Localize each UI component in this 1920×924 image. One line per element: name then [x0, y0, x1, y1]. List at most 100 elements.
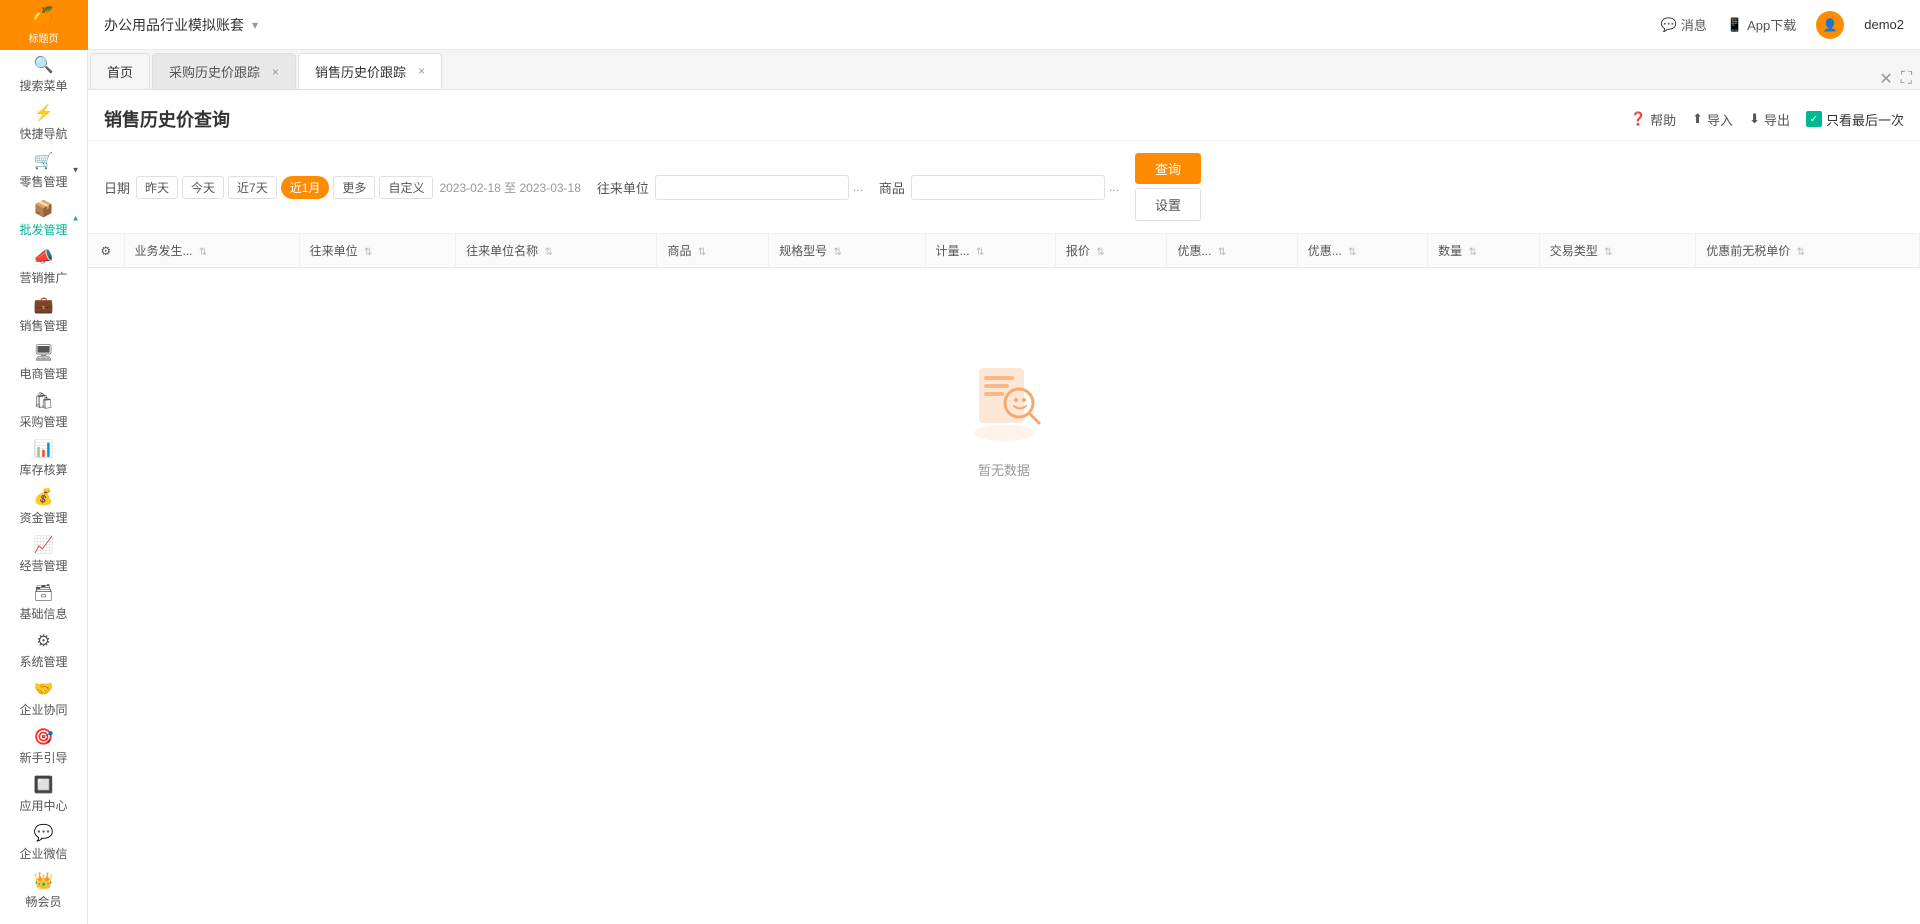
- username[interactable]: demo2: [1864, 17, 1904, 32]
- sidebar-item-operation[interactable]: 📈 经营管理: [0, 530, 88, 578]
- tab-sales-close[interactable]: ×: [418, 64, 425, 78]
- col-partner-name[interactable]: 往来单位名称 ⇅: [456, 234, 657, 268]
- user-avatar[interactable]: 👤: [1816, 11, 1844, 39]
- sidebar-item-enterprise[interactable]: 🤝 企业协同: [0, 674, 88, 722]
- sidebar-item-wholesale[interactable]: 📦 批发管理: [0, 194, 88, 242]
- date-btn-yesterday[interactable]: 昨天: [136, 176, 178, 199]
- sort-icon-unit: ⇅: [976, 247, 984, 258]
- col-gear[interactable]: ⚙: [88, 234, 124, 268]
- sidebar-item-label: 零售管理: [19, 173, 67, 190]
- gear-icon: ⚙: [100, 244, 111, 258]
- product-more-icon[interactable]: ...: [1109, 180, 1119, 194]
- shortcut-icon: ⚡: [34, 103, 54, 123]
- sidebar-item-membership[interactable]: 👑 畅会员: [0, 866, 88, 914]
- date-btn-today[interactable]: 今天: [182, 176, 224, 199]
- tab-home[interactable]: 首页: [90, 53, 150, 89]
- sort-icon-partner-code: ⇅: [364, 247, 372, 258]
- col-unit[interactable]: 计量... ⇅: [925, 234, 1055, 268]
- sidebar-item-label: 搜索菜单: [19, 77, 67, 94]
- date-buttons: 昨天 今天 近7天 近1月 更多 自定义: [136, 176, 433, 199]
- help-label: 帮助: [1650, 110, 1676, 129]
- page-actions: ❓ 帮助 ⬆ 导入 ⬇ 导出 ✓ 只看最后一次: [1630, 110, 1904, 129]
- settings-button[interactable]: 设置: [1135, 188, 1201, 221]
- table-area: ⚙ 业务发生... ⇅ 往来单位 ⇅ 往来单位名称 ⇅: [88, 234, 1920, 924]
- sidebar-item-label: 新手引导: [19, 749, 67, 766]
- col-pre-tax-price-label: 优惠前无税单价: [1706, 244, 1790, 258]
- sidebar-item-system[interactable]: ⚙ 系统管理: [0, 626, 88, 674]
- sidebar-item-inventory[interactable]: 📊 库存核算: [0, 434, 88, 482]
- tab-fullscreen-icon[interactable]: ⛶: [1901, 70, 1912, 88]
- col-discount1[interactable]: 优惠... ⇅: [1167, 234, 1297, 268]
- app-download-button[interactable]: 📱 App下载: [1727, 15, 1796, 34]
- col-partner-code[interactable]: 往来单位 ⇅: [299, 234, 455, 268]
- sidebar-item-sales-mgmt[interactable]: 💼 销售管理: [0, 290, 88, 338]
- sidebar-item-marketing[interactable]: 📣 营销推广: [0, 242, 88, 290]
- only-last-label: 只看最后一次: [1826, 110, 1904, 129]
- enterprise-wx-icon: 💬: [34, 823, 54, 843]
- partner-more-icon[interactable]: ...: [853, 180, 863, 194]
- sidebar-item-retail[interactable]: 🛒 零售管理: [0, 146, 88, 194]
- sidebar-item-label: 营销推广: [19, 269, 67, 286]
- filter-row: 日期 昨天 今天 近7天 近1月 更多 自定义 2023-02-18 至 202…: [104, 153, 1904, 221]
- sort-icon-discount2: ⇅: [1348, 247, 1356, 258]
- product-input-wrapper: ...: [911, 175, 1119, 200]
- operation-icon: 📈: [34, 535, 54, 555]
- sidebar-item-purchase[interactable]: 🛍 采购管理: [0, 386, 88, 434]
- empty-illustration: [954, 348, 1054, 448]
- tab-purchase-close[interactable]: ×: [272, 65, 279, 79]
- col-product[interactable]: 商品 ⇅: [657, 234, 769, 268]
- col-biz-date[interactable]: 业务发生... ⇅: [124, 234, 299, 268]
- date-btn-1month[interactable]: 近1月: [281, 176, 330, 199]
- only-last-checkbox-label[interactable]: ✓ 只看最后一次: [1806, 110, 1904, 129]
- product-input[interactable]: [911, 175, 1105, 200]
- sidebar-item-label: 应用中心: [19, 797, 67, 814]
- membership-icon: 👑: [34, 871, 54, 891]
- marketing-icon: 📣: [34, 247, 54, 267]
- sort-icon-spec: ⇅: [833, 247, 841, 258]
- sidebar-item-basic[interactable]: 🗃 基础信息: [0, 578, 88, 626]
- sidebar-item-search[interactable]: 🔍 搜索菜单: [0, 50, 88, 98]
- sidebar-item-label: 企业协同: [19, 701, 67, 718]
- tab-sales[interactable]: 销售历史价跟踪 ×: [298, 53, 442, 89]
- sidebar-item-label: 库存核算: [19, 461, 67, 478]
- sidebar-item-newbie[interactable]: 🎯 新手引导: [0, 722, 88, 770]
- sidebar-item-label: 系统管理: [19, 653, 67, 670]
- query-button[interactable]: 查询: [1135, 153, 1201, 184]
- message-icon: 💬: [1661, 17, 1677, 33]
- sidebar-item-app-center[interactable]: 🔲 应用中心: [0, 770, 88, 818]
- date-btn-7days[interactable]: 近7天: [228, 176, 277, 199]
- col-pre-tax-price[interactable]: 优惠前无税单价 ⇅: [1696, 234, 1920, 268]
- sidebar-item-enterprise-wx[interactable]: 💬 企业微信: [0, 818, 88, 866]
- col-spec[interactable]: 规格型号 ⇅: [769, 234, 925, 268]
- topbar-dropdown-icon[interactable]: ▾: [252, 18, 258, 32]
- tab-purchase[interactable]: 采购历史价跟踪 ×: [152, 53, 296, 89]
- help-button[interactable]: ❓ 帮助: [1630, 110, 1676, 129]
- sidebar-item-label: 快捷导航: [19, 125, 67, 142]
- import-button[interactable]: ⬆ 导入: [1692, 110, 1733, 129]
- main-content: 办公用品行业模拟账套 ▾ 💬 消息 📱 App下载 👤 demo2 首页 采购历…: [88, 0, 1920, 924]
- sort-icon-trade-type: ⇅: [1604, 247, 1612, 258]
- message-button[interactable]: 💬 消息: [1661, 15, 1707, 34]
- col-quoted-price[interactable]: 报价 ⇅: [1055, 234, 1167, 268]
- date-btn-custom[interactable]: 自定义: [379, 176, 433, 199]
- topbar-left: 办公用品行业模拟账套 ▾: [104, 15, 258, 35]
- col-partner-name-label: 往来单位名称: [466, 244, 538, 258]
- col-trade-type-label: 交易类型: [1550, 244, 1598, 258]
- col-discount1-label: 优惠...: [1177, 244, 1211, 258]
- topbar-title: 办公用品行业模拟账套: [104, 15, 244, 35]
- message-label: 消息: [1681, 15, 1707, 34]
- col-trade-type[interactable]: 交易类型 ⇅: [1539, 234, 1695, 268]
- col-discount2[interactable]: 优惠... ⇅: [1297, 234, 1427, 268]
- sidebar-item-ecommerce[interactable]: 🖥 电商管理: [0, 338, 88, 386]
- col-quantity[interactable]: 数量 ⇅: [1428, 234, 1540, 268]
- sidebar-item-finance[interactable]: 💰 资金管理: [0, 482, 88, 530]
- sort-icon-quantity: ⇅: [1468, 247, 1476, 258]
- date-btn-more[interactable]: 更多: [333, 176, 375, 199]
- export-button[interactable]: ⬇ 导出: [1749, 110, 1790, 129]
- tab-close-all-icon[interactable]: ✕: [1879, 69, 1892, 89]
- tab-purchase-label: 采购历史价跟踪: [169, 62, 260, 81]
- app-logo[interactable]: 🍊 标题页: [0, 0, 88, 50]
- partner-input[interactable]: [655, 175, 849, 200]
- export-icon: ⬇: [1749, 111, 1760, 127]
- sidebar-item-shortcut[interactable]: ⚡ 快捷导航: [0, 98, 88, 146]
